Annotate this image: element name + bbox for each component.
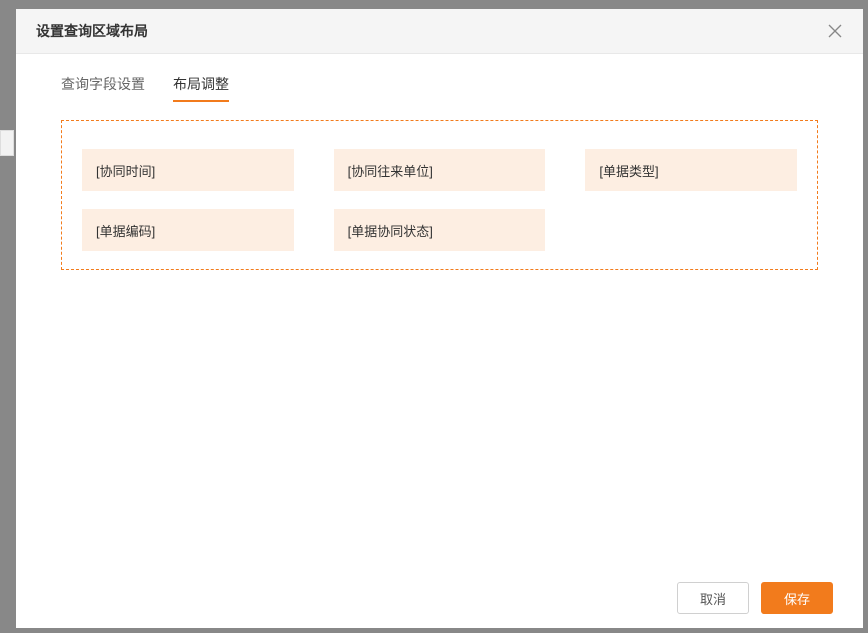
field-doc-type[interactable]: [单据类型] [585,149,797,191]
field-collab-unit[interactable]: [协同往来单位] [334,149,546,191]
close-button[interactable] [825,21,845,41]
modal-body: 查询字段设置 布局调整 [协同时间] [协同往来单位] [单据类型] [单据编码… [16,54,863,568]
layout-settings-modal: 设置查询区域布局 查询字段设置 布局调整 [协同时间] [协同往来单位] [单据… [16,9,863,628]
tab-query-fields[interactable]: 查询字段设置 [61,74,145,102]
tab-layout-adjust[interactable]: 布局调整 [173,74,229,102]
field-collab-status[interactable]: [单据协同状态] [334,209,546,251]
cancel-button[interactable]: 取消 [677,582,749,614]
modal-footer: 取消 保存 [16,568,863,628]
field-collab-time[interactable]: [协同时间] [82,149,294,191]
tabs: 查询字段设置 布局调整 [61,74,818,102]
modal-header: 设置查询区域布局 [16,9,863,54]
save-button[interactable]: 保存 [761,582,833,614]
background-sliver [0,130,14,156]
layout-drop-area[interactable]: [协同时间] [协同往来单位] [单据类型] [单据编码] [单据协同状态] [61,120,818,270]
field-doc-code[interactable]: [单据编码] [82,209,294,251]
modal-title: 设置查询区域布局 [36,21,148,41]
close-icon [828,24,842,38]
